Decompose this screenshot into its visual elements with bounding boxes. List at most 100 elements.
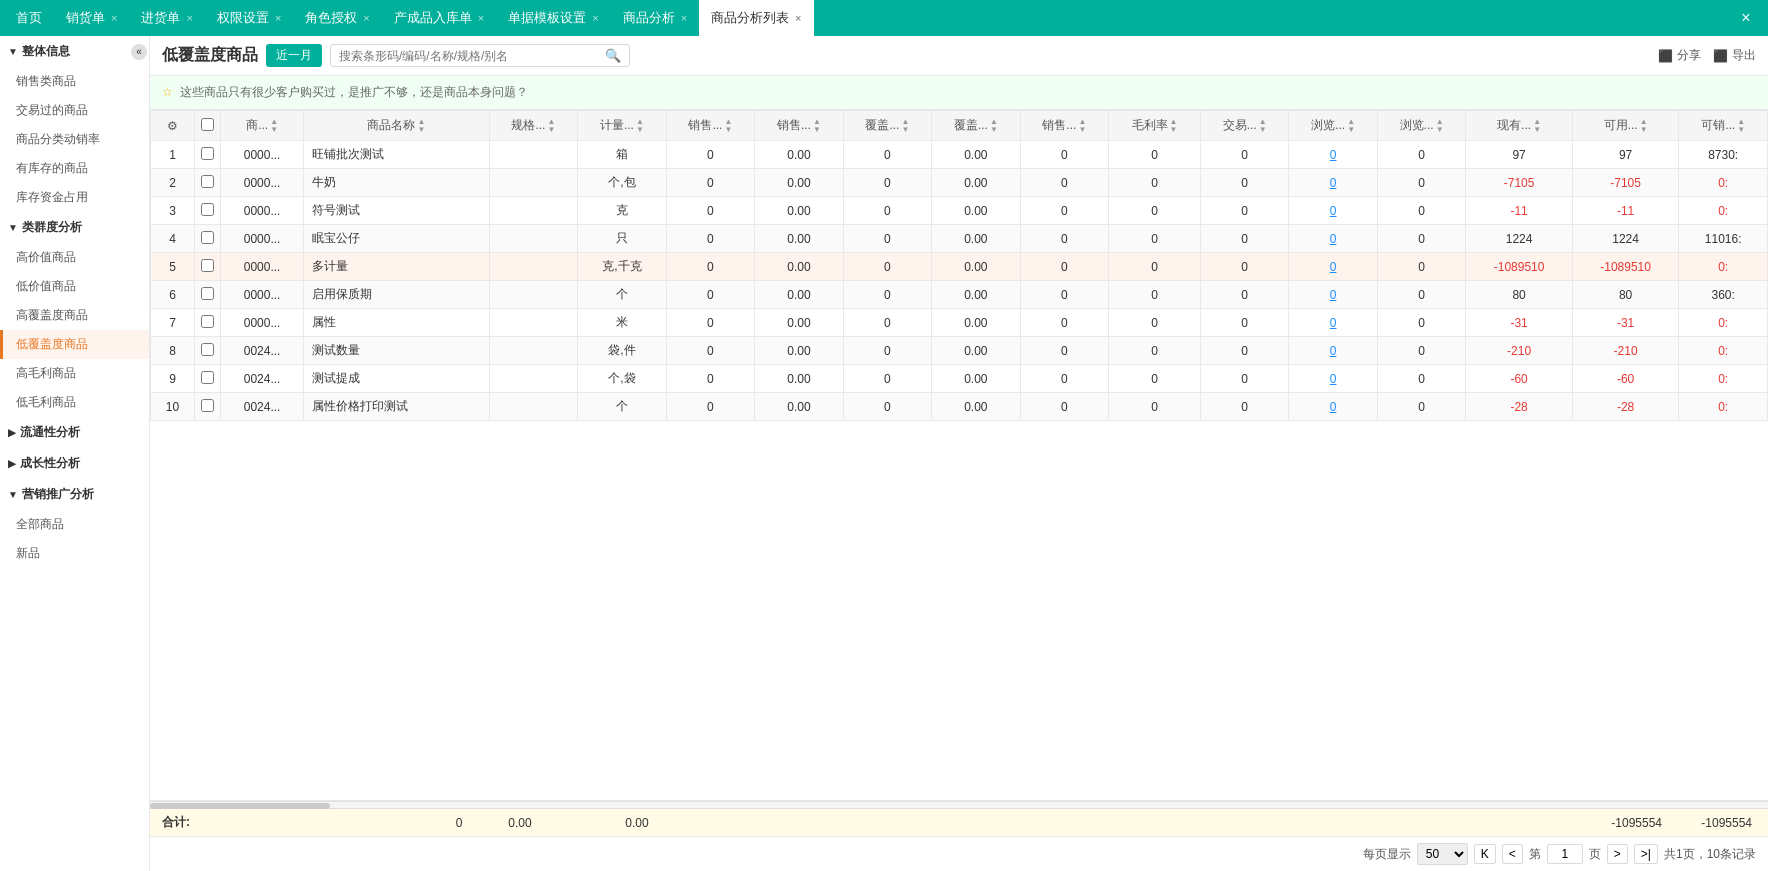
nav-goods-analysis-close[interactable]: × xyxy=(681,12,687,24)
sidebar-item-high-margin[interactable]: 高毛利商品 xyxy=(0,359,149,388)
sidebar-item-new-goods[interactable]: 新品 xyxy=(0,539,149,568)
sidebar-section-marketing[interactable]: ▼ 营销推广分析 xyxy=(0,479,149,510)
row-checkbox[interactable] xyxy=(201,315,214,328)
row-checkbox[interactable] xyxy=(201,147,214,160)
nav-purchase-close[interactable]: × xyxy=(186,12,192,24)
last-page-button[interactable]: >| xyxy=(1634,844,1658,864)
th-settings[interactable]: ⚙ xyxy=(151,111,195,141)
sidebar-item-stocked-goods[interactable]: 有库存的商品 xyxy=(0,154,149,183)
row-checkbox[interactable] xyxy=(201,175,214,188)
th-sales3[interactable]: 销售...▲▼ xyxy=(1020,111,1108,141)
table-wrapper[interactable]: ⚙ 商...▲▼ 商品名称▲▼ 规格...▲▼ 计量...▲▼ 销售...▲▼ … xyxy=(150,110,1768,800)
sidebar-item-all-goods[interactable]: 全部商品 xyxy=(0,510,149,539)
period-button[interactable]: 近一月 xyxy=(266,44,322,67)
row-name: 牛奶 xyxy=(304,169,490,197)
row-checkbox-cell[interactable] xyxy=(195,141,221,169)
nav-template[interactable]: 单据模板设置 × xyxy=(496,0,610,36)
sidebar-item-low-margin[interactable]: 低毛利商品 xyxy=(0,388,149,417)
th-code[interactable]: 商...▲▼ xyxy=(221,111,304,141)
row-checkbox-cell[interactable] xyxy=(195,225,221,253)
nav-permissions[interactable]: 权限设置 × xyxy=(205,0,293,36)
row-checkbox[interactable] xyxy=(201,399,214,412)
sidebar-item-stock-capital[interactable]: 库存资金占用 xyxy=(0,183,149,212)
row-browse1[interactable]: 0 xyxy=(1289,169,1377,197)
th-name[interactable]: 商品名称▲▼ xyxy=(304,111,490,141)
per-page-select[interactable]: 50 20 100 200 xyxy=(1417,843,1468,865)
row-browse1[interactable]: 0 xyxy=(1289,225,1377,253)
sidebar-section-group[interactable]: ▼ 类群度分析 xyxy=(0,212,149,243)
th-current[interactable]: 现有...▲▼ xyxy=(1466,111,1573,141)
sidebar-item-high-coverage[interactable]: 高覆盖度商品 xyxy=(0,301,149,330)
row-checkbox-cell[interactable] xyxy=(195,393,221,421)
nav-purchase[interactable]: 进货单 × xyxy=(129,0,204,36)
sidebar-section-flow[interactable]: ▶ 流通性分析 xyxy=(0,417,149,448)
page-input[interactable] xyxy=(1547,844,1583,864)
th-unit[interactable]: 计量...▲▼ xyxy=(578,111,666,141)
row-browse1[interactable]: 0 xyxy=(1289,337,1377,365)
row-checkbox[interactable] xyxy=(201,343,214,356)
nav-goods-list-close[interactable]: × xyxy=(795,12,801,24)
export-button[interactable]: ⬛ 导出 xyxy=(1713,47,1756,64)
th-cover2[interactable]: 覆盖...▲▼ xyxy=(932,111,1020,141)
th-available[interactable]: 可用...▲▼ xyxy=(1572,111,1679,141)
window-close-button[interactable]: × xyxy=(1728,0,1764,36)
select-all-checkbox[interactable] xyxy=(201,118,214,131)
nav-template-close[interactable]: × xyxy=(592,12,598,24)
th-saleable[interactable]: 可销...▲▼ xyxy=(1679,111,1768,141)
nav-goods-list[interactable]: 商品分析列表 × xyxy=(699,0,813,36)
row-checkbox[interactable] xyxy=(201,371,214,384)
row-checkbox-cell[interactable] xyxy=(195,253,221,281)
row-browse1[interactable]: 0 xyxy=(1289,365,1377,393)
th-cover1[interactable]: 覆盖...▲▼ xyxy=(843,111,931,141)
row-browse1[interactable]: 0 xyxy=(1289,141,1377,169)
nav-product-entry[interactable]: 产成品入库单 × xyxy=(382,0,496,36)
row-checkbox[interactable] xyxy=(201,203,214,216)
th-sales-amt[interactable]: 销售...▲▼ xyxy=(755,111,843,141)
sidebar-item-sales-goods[interactable]: 销售类商品 xyxy=(0,67,149,96)
row-checkbox-cell[interactable] xyxy=(195,281,221,309)
th-browse2[interactable]: 浏览...▲▼ xyxy=(1377,111,1465,141)
row-checkbox-cell[interactable] xyxy=(195,309,221,337)
share-button[interactable]: ⬛ 分享 xyxy=(1658,47,1701,64)
sidebar-item-low-value[interactable]: 低价值商品 xyxy=(0,272,149,301)
row-browse1[interactable]: 0 xyxy=(1289,253,1377,281)
row-browse1[interactable]: 0 xyxy=(1289,309,1377,337)
sidebar-item-category-rate[interactable]: 商品分类动销率 xyxy=(0,125,149,154)
th-trade[interactable]: 交易...▲▼ xyxy=(1200,111,1288,141)
th-spec[interactable]: 规格...▲▼ xyxy=(489,111,577,141)
nav-role-close[interactable]: × xyxy=(363,12,369,24)
sidebar-section-growth[interactable]: ▶ 成长性分析 xyxy=(0,448,149,479)
row-checkbox-cell[interactable] xyxy=(195,365,221,393)
next-page-button[interactable]: > xyxy=(1607,844,1628,864)
row-checkbox[interactable] xyxy=(201,231,214,244)
sidebar-item-traded-goods[interactable]: 交易过的商品 xyxy=(0,96,149,125)
row-checkbox-cell[interactable] xyxy=(195,197,221,225)
row-browse1[interactable]: 0 xyxy=(1289,197,1377,225)
row-browse1[interactable]: 0 xyxy=(1289,393,1377,421)
row-checkbox-cell[interactable] xyxy=(195,337,221,365)
first-page-button[interactable]: K xyxy=(1474,844,1496,864)
nav-product-close[interactable]: × xyxy=(478,12,484,24)
sidebar-item-low-coverage[interactable]: 低覆盖度商品 xyxy=(0,330,149,359)
row-checkbox[interactable] xyxy=(201,287,214,300)
row-checkbox-cell[interactable] xyxy=(195,169,221,197)
search-icon[interactable]: 🔍 xyxy=(605,48,621,63)
nav-permissions-close[interactable]: × xyxy=(275,12,281,24)
row-browse1[interactable]: 0 xyxy=(1289,281,1377,309)
th-sales-qty[interactable]: 销售...▲▼ xyxy=(666,111,754,141)
sidebar-section-overall[interactable]: ▼ 整体信息 xyxy=(0,36,78,67)
nav-home[interactable]: 首页 xyxy=(4,0,54,36)
nav-role-auth[interactable]: 角色授权 × xyxy=(293,0,381,36)
th-margin[interactable]: 毛利率▲▼ xyxy=(1109,111,1201,141)
sidebar-collapse-button[interactable]: « xyxy=(131,44,147,60)
nav-sales[interactable]: 销货单 × xyxy=(54,0,129,36)
prev-page-button[interactable]: < xyxy=(1502,844,1523,864)
th-checkbox[interactable] xyxy=(195,111,221,141)
th-browse1[interactable]: 浏览...▲▼ xyxy=(1289,111,1377,141)
row-checkbox[interactable] xyxy=(201,259,214,272)
row-margin: 0 xyxy=(1109,365,1201,393)
nav-goods-analysis[interactable]: 商品分析 × xyxy=(611,0,699,36)
nav-sales-close[interactable]: × xyxy=(111,12,117,24)
search-input[interactable] xyxy=(339,49,605,63)
sidebar-item-high-value[interactable]: 高价值商品 xyxy=(0,243,149,272)
